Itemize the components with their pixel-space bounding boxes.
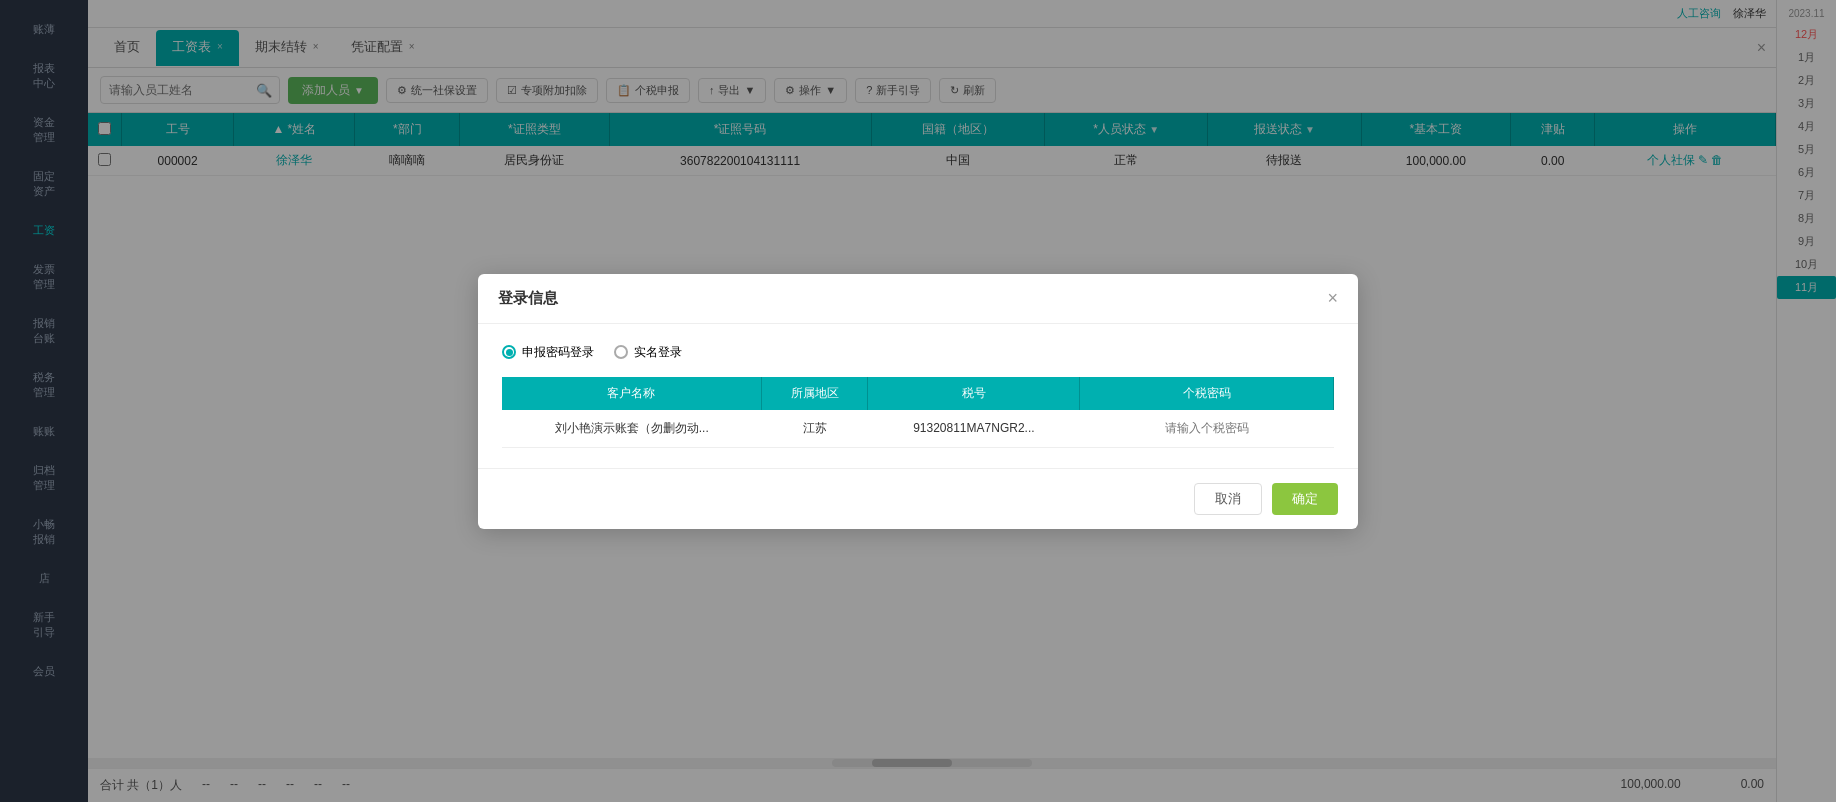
login-modal: 登录信息 × 申报密码登录 实名登录 (478, 274, 1358, 529)
col-tax-password: 个税密码 (1080, 377, 1334, 410)
cell-tax-id: 91320811MA7NGR2... (868, 410, 1080, 448)
modal-header: 登录信息 × (478, 274, 1358, 324)
radio-password-dot (502, 345, 516, 359)
modal-body: 申报密码登录 实名登录 客户名称 所属地区 税号 个税密码 (478, 324, 1358, 468)
cell-region: 江苏 (761, 410, 867, 448)
login-type-radio-group: 申报密码登录 实名登录 (502, 344, 1334, 361)
radio-real-name-label: 实名登录 (634, 344, 682, 361)
login-data-table: 客户名称 所属地区 税号 个税密码 刘小艳演示账套（勿删勿动... 江苏 913… (502, 377, 1334, 448)
modal-close-button[interactable]: × (1327, 288, 1338, 309)
modal-title: 登录信息 (498, 289, 558, 308)
radio-real-name-login[interactable]: 实名登录 (614, 344, 682, 361)
radio-real-name-dot (614, 345, 628, 359)
app-container: 账薄 报表中心 资金管理 固定资产 工资 发票管理 报销台账 税务管理 账账 归… (0, 0, 1836, 802)
col-tax-id: 税号 (868, 377, 1080, 410)
modal-overlay: 登录信息 × 申报密码登录 实名登录 (0, 0, 1836, 802)
radio-password-login[interactable]: 申报密码登录 (502, 344, 594, 361)
radio-password-label: 申报密码登录 (522, 344, 594, 361)
col-client-name: 客户名称 (502, 377, 761, 410)
cancel-button[interactable]: 取消 (1194, 483, 1262, 515)
login-table-row: 刘小艳演示账套（勿删勿动... 江苏 91320811MA7NGR2... (502, 410, 1334, 448)
cell-client-name: 刘小艳演示账套（勿删勿动... (502, 410, 761, 448)
col-region: 所属地区 (761, 377, 867, 410)
confirm-button[interactable]: 确定 (1272, 483, 1338, 515)
cell-tax-password[interactable] (1080, 410, 1334, 448)
modal-footer: 取消 确定 (478, 468, 1358, 529)
tax-password-input[interactable] (1092, 421, 1322, 435)
